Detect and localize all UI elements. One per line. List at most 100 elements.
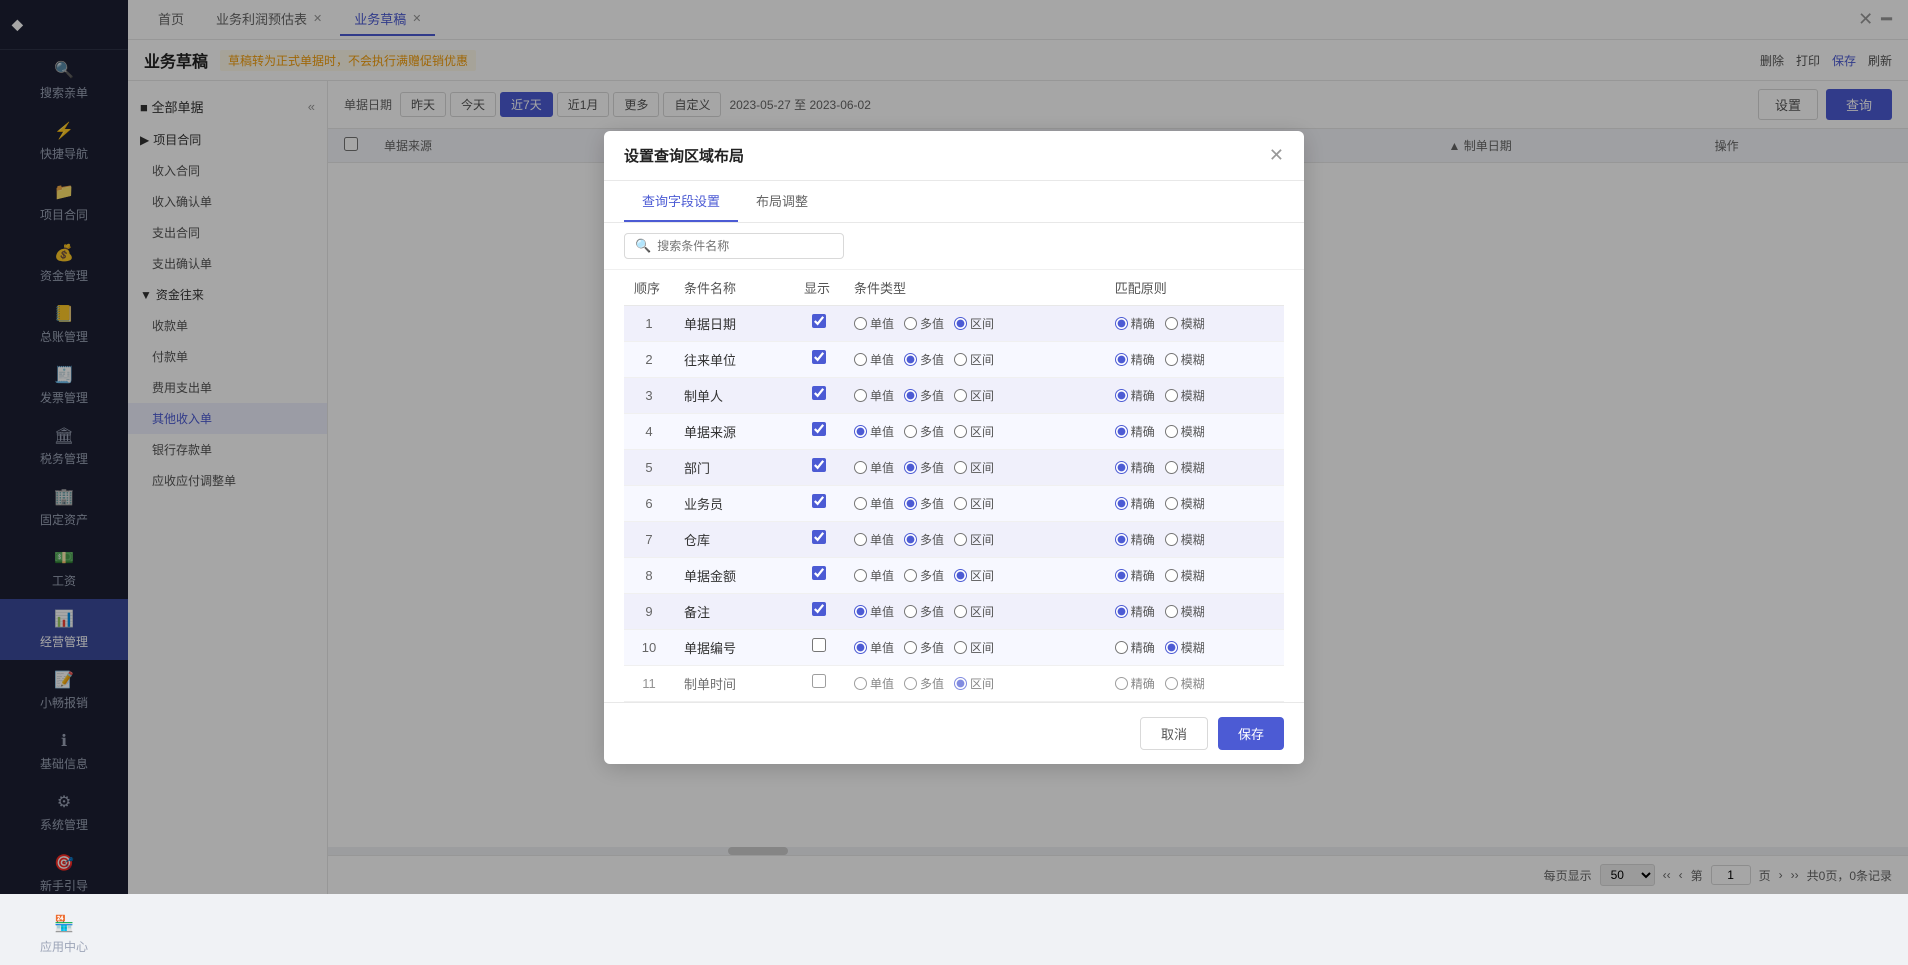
show-checkbox-9[interactable] (812, 602, 826, 616)
radio-single-label-2[interactable]: 单值 (854, 351, 894, 368)
radio-fuzzy-label-5[interactable]: 模糊 (1165, 459, 1205, 476)
radio-range-6[interactable] (954, 497, 967, 510)
row-show-checkbox-3[interactable] (794, 378, 844, 408)
radio-range-label-11[interactable]: 区间 (954, 675, 994, 692)
show-checkbox-8[interactable] (812, 566, 826, 580)
radio-exact-5[interactable] (1115, 461, 1128, 474)
show-checkbox-10[interactable] (812, 638, 826, 652)
cancel-button[interactable]: 取消 (1140, 717, 1208, 750)
radio-single-11[interactable] (854, 677, 867, 690)
radio-exact-11[interactable] (1115, 677, 1128, 690)
radio-exact-label-3[interactable]: 精确 (1115, 387, 1155, 404)
radio-range-label-4[interactable]: 区间 (954, 423, 994, 440)
radio-range-5[interactable] (954, 461, 967, 474)
row-show-checkbox-6[interactable] (794, 486, 844, 516)
row-show-checkbox-9[interactable] (794, 594, 844, 624)
radio-single-8[interactable] (854, 569, 867, 582)
radio-single-label-1[interactable]: 单值 (854, 315, 894, 332)
radio-fuzzy-7[interactable] (1165, 533, 1178, 546)
show-checkbox-3[interactable] (812, 386, 826, 400)
radio-multi-8[interactable] (904, 569, 917, 582)
search-input[interactable] (657, 239, 817, 253)
radio-exact-9[interactable] (1115, 605, 1128, 618)
radio-multi-label-9[interactable]: 多值 (904, 603, 944, 620)
radio-fuzzy-label-2[interactable]: 模糊 (1165, 351, 1205, 368)
radio-fuzzy-4[interactable] (1165, 425, 1178, 438)
radio-single-10[interactable] (854, 641, 867, 654)
radio-exact-label-9[interactable]: 精确 (1115, 603, 1155, 620)
radio-multi-label-10[interactable]: 多值 (904, 639, 944, 656)
radio-fuzzy-label-4[interactable]: 模糊 (1165, 423, 1205, 440)
radio-fuzzy-label-7[interactable]: 模糊 (1165, 531, 1205, 548)
row-show-checkbox-11[interactable] (794, 666, 844, 696)
radio-single-label-10[interactable]: 单值 (854, 639, 894, 656)
radio-exact-label-6[interactable]: 精确 (1115, 495, 1155, 512)
radio-exact-10[interactable] (1115, 641, 1128, 654)
radio-single-label-9[interactable]: 单值 (854, 603, 894, 620)
radio-exact-1[interactable] (1115, 317, 1128, 330)
row-show-checkbox-4[interactable] (794, 414, 844, 444)
radio-multi-7[interactable] (904, 533, 917, 546)
radio-fuzzy-9[interactable] (1165, 605, 1178, 618)
radio-range-10[interactable] (954, 641, 967, 654)
radio-multi-1[interactable] (904, 317, 917, 330)
radio-single-label-6[interactable]: 单值 (854, 495, 894, 512)
radio-single-5[interactable] (854, 461, 867, 474)
radio-exact-label-4[interactable]: 精确 (1115, 423, 1155, 440)
radio-single-2[interactable] (854, 353, 867, 366)
radio-fuzzy-8[interactable] (1165, 569, 1178, 582)
radio-fuzzy-label-8[interactable]: 模糊 (1165, 567, 1205, 584)
radio-single-7[interactable] (854, 533, 867, 546)
sidebar-item-appstore[interactable]: 🏪应用中心 (0, 904, 128, 965)
radio-multi-label-1[interactable]: 多值 (904, 315, 944, 332)
row-show-checkbox-2[interactable] (794, 342, 844, 372)
radio-fuzzy-label-3[interactable]: 模糊 (1165, 387, 1205, 404)
radio-range-2[interactable] (954, 353, 967, 366)
radio-multi-5[interactable] (904, 461, 917, 474)
radio-fuzzy-1[interactable] (1165, 317, 1178, 330)
radio-multi-11[interactable] (904, 677, 917, 690)
radio-fuzzy-5[interactable] (1165, 461, 1178, 474)
radio-fuzzy-label-9[interactable]: 模糊 (1165, 603, 1205, 620)
radio-range-label-7[interactable]: 区间 (954, 531, 994, 548)
radio-single-1[interactable] (854, 317, 867, 330)
radio-single-label-3[interactable]: 单值 (854, 387, 894, 404)
show-checkbox-7[interactable] (812, 530, 826, 544)
radio-fuzzy-2[interactable] (1165, 353, 1178, 366)
modal-close-button[interactable]: ✕ (1269, 146, 1284, 164)
radio-exact-7[interactable] (1115, 533, 1128, 546)
radio-exact-label-2[interactable]: 精确 (1115, 351, 1155, 368)
show-checkbox-2[interactable] (812, 350, 826, 364)
row-show-checkbox-5[interactable] (794, 450, 844, 480)
radio-range-label-5[interactable]: 区间 (954, 459, 994, 476)
radio-multi-2[interactable] (904, 353, 917, 366)
radio-exact-label-5[interactable]: 精确 (1115, 459, 1155, 476)
radio-exact-4[interactable] (1115, 425, 1128, 438)
radio-fuzzy-label-1[interactable]: 模糊 (1165, 315, 1205, 332)
radio-single-9[interactable] (854, 605, 867, 618)
radio-range-1[interactable] (954, 317, 967, 330)
radio-range-label-1[interactable]: 区间 (954, 315, 994, 332)
radio-single-label-5[interactable]: 单值 (854, 459, 894, 476)
radio-range-label-3[interactable]: 区间 (954, 387, 994, 404)
radio-range-11[interactable] (954, 677, 967, 690)
radio-range-9[interactable] (954, 605, 967, 618)
radio-single-label-8[interactable]: 单值 (854, 567, 894, 584)
radio-exact-label-10[interactable]: 精确 (1115, 639, 1155, 656)
tab-layout[interactable]: 布局调整 (738, 181, 826, 222)
radio-fuzzy-label-6[interactable]: 模糊 (1165, 495, 1205, 512)
radio-exact-label-1[interactable]: 精确 (1115, 315, 1155, 332)
radio-exact-2[interactable] (1115, 353, 1128, 366)
radio-multi-label-5[interactable]: 多值 (904, 459, 944, 476)
radio-multi-label-4[interactable]: 多值 (904, 423, 944, 440)
radio-single-label-11[interactable]: 单值 (854, 675, 894, 692)
radio-multi-label-3[interactable]: 多值 (904, 387, 944, 404)
radio-exact-3[interactable] (1115, 389, 1128, 402)
row-show-checkbox-1[interactable] (794, 306, 844, 336)
modal-save-button[interactable]: 保存 (1218, 717, 1284, 750)
radio-multi-9[interactable] (904, 605, 917, 618)
radio-range-label-8[interactable]: 区间 (954, 567, 994, 584)
radio-exact-label-8[interactable]: 精确 (1115, 567, 1155, 584)
row-show-checkbox-10[interactable] (794, 630, 844, 660)
radio-range-label-2[interactable]: 区间 (954, 351, 994, 368)
